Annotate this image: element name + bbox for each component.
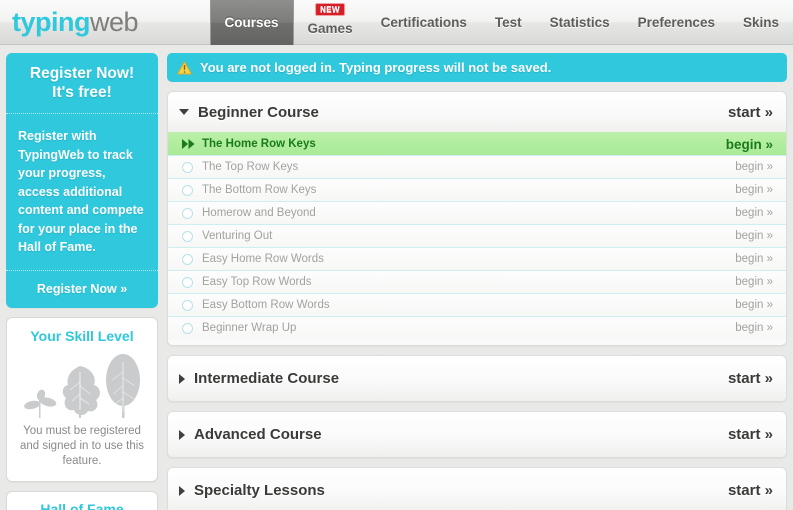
hall-of-fame-title: Hall of Fame — [40, 500, 124, 510]
course-header[interactable]: Specialty Lessons start » — [168, 468, 786, 510]
chevron-right-icon[interactable] — [179, 373, 185, 384]
lesson-begin-link[interactable]: begin » — [735, 161, 773, 173]
register-title-line2: It's free! — [52, 84, 112, 101]
nav-item-certifications[interactable]: Certifications — [367, 0, 481, 45]
lesson-name: The Bottom Row Keys — [202, 184, 317, 196]
plant-growth-icon — [24, 353, 140, 418]
lesson-name: Beginner Wrap Up — [202, 322, 297, 334]
skill-level-title: Your Skill Level — [30, 327, 134, 344]
lesson-begin-link[interactable]: begin » — [735, 184, 773, 196]
register-now-link[interactable]: Register Now » — [6, 271, 158, 308]
new-badge: NEW — [315, 3, 345, 16]
course-start-link[interactable]: start » — [728, 482, 773, 499]
register-panel: Register Now! It's free! Register with T… — [6, 53, 158, 308]
course-list: Beginner Course start » The Home Row Keys b… — [167, 91, 787, 510]
site-logo[interactable]: typing web — [0, 0, 139, 44]
lesson-status-radio[interactable] — [182, 184, 193, 196]
lesson-row[interactable]: The Bottom Row Keys begin » — [168, 178, 786, 201]
lesson-begin-link[interactable]: begin » — [735, 207, 773, 219]
lesson-row[interactable]: Easy Bottom Row Words begin » — [168, 293, 786, 316]
course-header[interactable]: Beginner Course start » — [168, 92, 786, 132]
nav-item-label: Courses — [224, 15, 279, 30]
course-section: Beginner Course start » The Home Row Keys b… — [167, 91, 787, 346]
register-title-line1: Register Now! — [29, 65, 135, 82]
lesson-name: Venturing Out — [202, 230, 273, 242]
skill-level-note: You must be registered and signed in to … — [19, 424, 145, 467]
chevron-right-icon[interactable] — [179, 429, 185, 440]
course-title: Beginner Course — [198, 103, 319, 121]
course-header[interactable]: Advanced Course start » — [168, 412, 786, 457]
course-start-link[interactable]: start » — [728, 426, 773, 443]
site-header: typing web Courses NEW Games Certifications T… — [0, 0, 793, 45]
nav-item-label: Skins — [742, 15, 779, 30]
course-start-link[interactable]: start » — [728, 370, 773, 387]
lesson-row[interactable]: The Home Row Keys begin » — [168, 132, 786, 155]
lesson-begin-link[interactable]: begin » — [735, 299, 773, 311]
lesson-name: The Home Row Keys — [202, 138, 316, 150]
lesson-status-radio[interactable] — [182, 230, 193, 242]
lesson-row[interactable]: Venturing Out begin » — [168, 224, 786, 247]
lesson-row[interactable]: Homerow and Beyond begin » — [168, 201, 786, 224]
chevron-down-icon[interactable] — [179, 109, 189, 115]
register-panel-body: Register with TypingWeb to track your pr… — [6, 114, 158, 271]
course-section: Advanced Course start » — [167, 411, 787, 458]
nav-item-courses[interactable]: Courses — [209, 0, 294, 45]
fast-forward-icon — [182, 139, 195, 149]
nav-item-games[interactable]: NEW Games — [294, 0, 367, 45]
nav-item-test[interactable]: Test — [481, 0, 536, 45]
hall-of-fame-panel: Hall of Fame ⚔ ⚔ emilylou — [6, 490, 158, 510]
lesson-row[interactable]: The Top Row Keys begin » — [168, 155, 786, 178]
alert-text: You are not logged in. Typing progress w… — [200, 60, 552, 75]
lesson-status-radio[interactable] — [182, 299, 193, 311]
lesson-row[interactable]: Beginner Wrap Up begin » — [168, 316, 786, 339]
warning-triangle-icon — [177, 60, 192, 75]
lesson-begin-link[interactable]: begin » — [726, 137, 773, 152]
register-panel-title: Register Now! It's free! — [6, 53, 158, 114]
logo-text-web: web — [90, 6, 139, 37]
chevron-right-icon[interactable] — [179, 485, 185, 496]
lesson-row[interactable]: Easy Top Row Words begin » — [168, 270, 786, 293]
lesson-status-radio[interactable] — [182, 207, 193, 219]
page-body: Register Now! It's free! Register with T… — [0, 45, 793, 510]
lesson-begin-link[interactable]: begin » — [735, 276, 773, 288]
course-start-link[interactable]: start » — [728, 104, 773, 121]
not-logged-in-alert: You are not logged in. Typing progress w… — [167, 53, 787, 82]
sidebar: Register Now! It's free! Register with T… — [6, 53, 158, 510]
nav-item-skins[interactable]: Skins — [729, 0, 793, 45]
course-title: Advanced Course — [194, 426, 322, 443]
nav-item-label: Certifications — [380, 15, 467, 30]
course-title: Specialty Lessons — [194, 482, 325, 499]
lesson-name: The Top Row Keys — [202, 161, 299, 173]
lesson-name: Easy Top Row Words — [202, 276, 312, 288]
nav-item-label: Games — [307, 21, 353, 36]
lesson-begin-link[interactable]: begin » — [735, 322, 773, 334]
lesson-row[interactable]: Easy Home Row Words begin » — [168, 247, 786, 270]
skill-level-panel: Your Skill Level You must be registered … — [6, 316, 158, 482]
nav-item-label: Statistics — [549, 15, 610, 30]
course-section: Specialty Lessons start » — [167, 467, 787, 510]
nav-item-preferences[interactable]: Preferences — [624, 0, 729, 45]
main-content: You are not logged in. Typing progress w… — [167, 53, 787, 510]
lesson-list-footer — [168, 339, 786, 345]
course-section: Intermediate Course start » — [167, 355, 787, 402]
nav-item-statistics[interactable]: Statistics — [536, 0, 624, 45]
lesson-name: Easy Bottom Row Words — [202, 299, 330, 311]
nav-item-label: Preferences — [637, 15, 715, 30]
course-header[interactable]: Intermediate Course start » — [168, 356, 786, 401]
lesson-status-radio[interactable] — [182, 161, 193, 173]
lesson-status-radio[interactable] — [182, 322, 193, 334]
lesson-name: Homerow and Beyond — [202, 207, 316, 219]
main-navigation: Courses NEW Games Certifications Test Statist… — [209, 0, 793, 45]
nav-item-label: Test — [494, 15, 522, 30]
lesson-status-radio[interactable] — [182, 253, 193, 265]
lesson-status-radio[interactable] — [182, 276, 193, 288]
lesson-begin-link[interactable]: begin » — [735, 253, 773, 265]
lesson-begin-link[interactable]: begin » — [735, 230, 773, 242]
logo-text-typing: typing — [12, 6, 91, 37]
lesson-name: Easy Home Row Words — [202, 253, 324, 265]
course-title: Intermediate Course — [194, 370, 340, 387]
